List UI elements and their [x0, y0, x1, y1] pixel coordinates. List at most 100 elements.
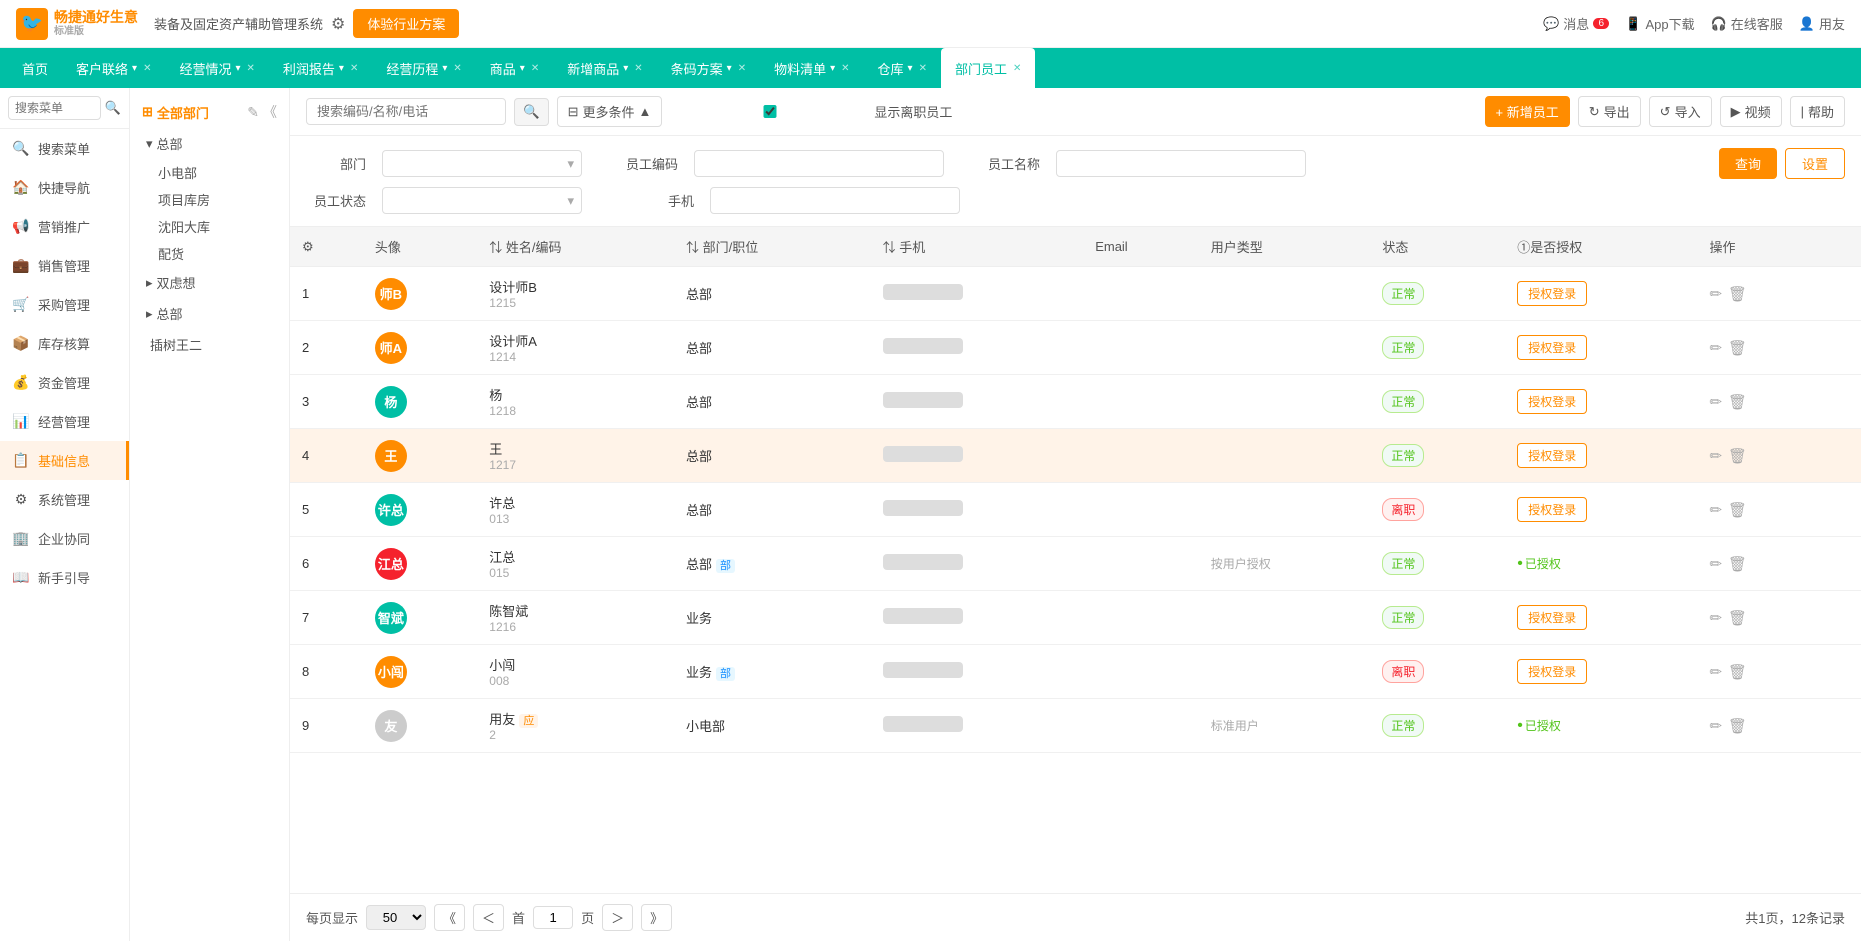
delete-button[interactable]: 🗑 [1728, 285, 1747, 303]
edit-button[interactable]: ✏ [1709, 339, 1722, 357]
th-dept[interactable]: ⇅ 部门/职位 [674, 227, 871, 267]
edit-button[interactable]: ✏ [1709, 447, 1722, 465]
per-page-select[interactable]: 50 100 [366, 905, 426, 930]
auth-login-button[interactable]: 授权登录 [1517, 443, 1587, 468]
dept-select[interactable] [382, 150, 582, 177]
message-button[interactable]: 💬 消息 6 [1543, 14, 1609, 33]
sidebar-item-quicknav[interactable]: 🏠 快捷导航 [0, 168, 129, 207]
nav-tab-close-icon[interactable]: ✕ [738, 63, 746, 74]
auth-login-button[interactable]: 授权登录 [1517, 659, 1587, 684]
set-button[interactable]: 设置 [1785, 148, 1845, 179]
app-download-button[interactable]: 📱 App下载 [1625, 14, 1694, 33]
empstatus-select[interactable] [382, 187, 582, 214]
delete-button[interactable]: 🗑 [1728, 555, 1747, 573]
sidebar-item-finance[interactable]: 💰 资金管理 [0, 363, 129, 402]
sidebar-search-input[interactable] [8, 96, 101, 120]
nav-tab-经营情况[interactable]: 经营情况▾✕ [165, 48, 268, 88]
nav-tab-close-icon[interactable]: ✕ [143, 63, 151, 74]
phone-input[interactable] [710, 187, 960, 214]
nav-tab-close-icon[interactable]: ✕ [453, 63, 461, 74]
sidebar-item-operation[interactable]: 📊 经营管理 [0, 402, 129, 441]
sidebar-item-marketing[interactable]: 📢 营销推广 [0, 207, 129, 246]
dept-child-peihuo[interactable]: 配货 [130, 240, 289, 267]
sidebar-item-corp[interactable]: 🏢 企业协同 [0, 519, 129, 558]
th-settings[interactable]: ⚙ [290, 227, 363, 267]
delete-button[interactable]: 🗑 [1728, 339, 1747, 357]
dept-child-shenyang[interactable]: 沈阳大库 [130, 213, 289, 240]
query-button[interactable]: 查询 [1719, 148, 1777, 179]
help-button[interactable]: | 帮助 [1790, 96, 1845, 127]
dept-node-zongbu2[interactable]: ▸ 总部 [130, 298, 289, 329]
auth-login-button[interactable]: 授权登录 [1517, 605, 1587, 630]
next-page-button[interactable]: ＞ [602, 904, 633, 931]
nav-tab-利润报告[interactable]: 利润报告▾✕ [269, 48, 372, 88]
edit-button[interactable]: ✏ [1709, 285, 1722, 303]
user-menu[interactable]: 👤 用友 [1799, 14, 1845, 33]
last-page-button[interactable]: 》 [641, 904, 672, 931]
sidebar-item-inventory[interactable]: 📦 库存核算 [0, 324, 129, 363]
sidebar-item-sales[interactable]: 💼 销售管理 [0, 246, 129, 285]
online-service-button[interactable]: 🎧 在线客服 [1711, 14, 1783, 33]
sidebar-item-basic[interactable]: 📋 基础信息 [0, 441, 129, 480]
delete-button[interactable]: 🗑 [1728, 447, 1747, 465]
page-number-input[interactable] [533, 906, 573, 929]
dept-node-zongbu[interactable]: ▾ 总部 [130, 128, 289, 159]
nav-tab-新增商品[interactable]: 新增商品▾✕ [553, 48, 656, 88]
dept-edit-button[interactable]: ✎ [247, 102, 259, 122]
nav-tab-经营历程[interactable]: 经营历程▾✕ [372, 48, 475, 88]
th-name[interactable]: ⇅ 姓名/编码 [477, 227, 674, 267]
delete-button[interactable]: 🗑 [1728, 609, 1747, 627]
sidebar-item-guide[interactable]: 📖 新手引导 [0, 558, 129, 597]
edit-button[interactable]: ✏ [1709, 717, 1722, 735]
nav-tab-close-icon[interactable]: ✕ [1013, 63, 1021, 74]
nav-tab-客户联络[interactable]: 客户联络▾✕ [62, 48, 165, 88]
dept-child-xiangmu[interactable]: 项目库房 [130, 186, 289, 213]
delete-button[interactable]: 🗑 [1728, 663, 1747, 681]
trial-button[interactable]: 体验行业方案 [353, 9, 459, 38]
th-phone[interactable]: ⇅ 手机 [871, 227, 1084, 267]
empcode-input[interactable] [694, 150, 944, 177]
search-button[interactable]: 🔍 [514, 98, 549, 126]
nav-tab-物料清单[interactable]: 物料清单▾✕ [760, 48, 863, 88]
show-resign-checkbox-label[interactable]: 显示离职员工 [670, 102, 952, 121]
sidebar-item-system[interactable]: ⚙ 系统管理 [0, 480, 129, 519]
sidebar-item-search[interactable]: 🔍 搜索菜单 [0, 129, 129, 168]
first-page-button[interactable]: 《 [434, 904, 465, 931]
auth-login-button[interactable]: 授权登录 [1517, 389, 1587, 414]
edit-button[interactable]: ✏ [1709, 555, 1722, 573]
video-button[interactable]: ▶ 视频 [1720, 96, 1782, 127]
nav-tab-条码方案[interactable]: 条码方案▾✕ [657, 48, 760, 88]
prev-page-button[interactable]: ＜ [473, 904, 504, 931]
dept-all-button[interactable]: ⊞ 全部部门 [142, 103, 209, 122]
delete-button[interactable]: 🗑 [1728, 393, 1747, 411]
nav-tab-首页[interactable]: 首页 [8, 48, 62, 88]
dept-node-chashuwang[interactable]: 插树王二 [130, 329, 289, 360]
nav-tab-close-icon[interactable]: ✕ [247, 63, 255, 74]
empname-input[interactable] [1056, 150, 1306, 177]
edit-button[interactable]: ✏ [1709, 501, 1722, 519]
export-button[interactable]: ↻ 导出 [1578, 96, 1641, 127]
add-employee-button[interactable]: + 新增员工 [1485, 96, 1570, 127]
nav-tab-close-icon[interactable]: ✕ [634, 63, 642, 74]
delete-button[interactable]: 🗑 [1728, 501, 1747, 519]
show-resign-checkbox[interactable] [670, 105, 870, 118]
dept-node-shuangluxiang[interactable]: ▸ 双虑想 [130, 267, 289, 298]
settings-button[interactable]: ⚙ [331, 14, 345, 34]
auth-login-button[interactable]: 授权登录 [1517, 281, 1587, 306]
search-input[interactable] [306, 98, 506, 125]
nav-tab-部门员工[interactable]: 部门员工✕ [941, 48, 1035, 88]
nav-tab-仓库[interactable]: 仓库▾✕ [864, 48, 941, 88]
edit-button[interactable]: ✏ [1709, 393, 1722, 411]
delete-button[interactable]: 🗑 [1728, 717, 1747, 735]
nav-tab-商品[interactable]: 商品▾✕ [476, 48, 553, 88]
dept-child-xiaodian[interactable]: 小电部 [130, 159, 289, 186]
edit-button[interactable]: ✏ [1709, 663, 1722, 681]
nav-tab-close-icon[interactable]: ✕ [531, 63, 539, 74]
dept-collapse-button[interactable]: 《 [263, 102, 277, 122]
nav-tab-close-icon[interactable]: ✕ [350, 63, 358, 74]
nav-tab-close-icon[interactable]: ✕ [919, 63, 927, 74]
more-conditions-button[interactable]: ⊟ 更多条件 ▲ [557, 96, 663, 127]
nav-tab-close-icon[interactable]: ✕ [841, 63, 849, 74]
auth-login-button[interactable]: 授权登录 [1517, 497, 1587, 522]
sidebar-item-purchase[interactable]: 🛒 采购管理 [0, 285, 129, 324]
